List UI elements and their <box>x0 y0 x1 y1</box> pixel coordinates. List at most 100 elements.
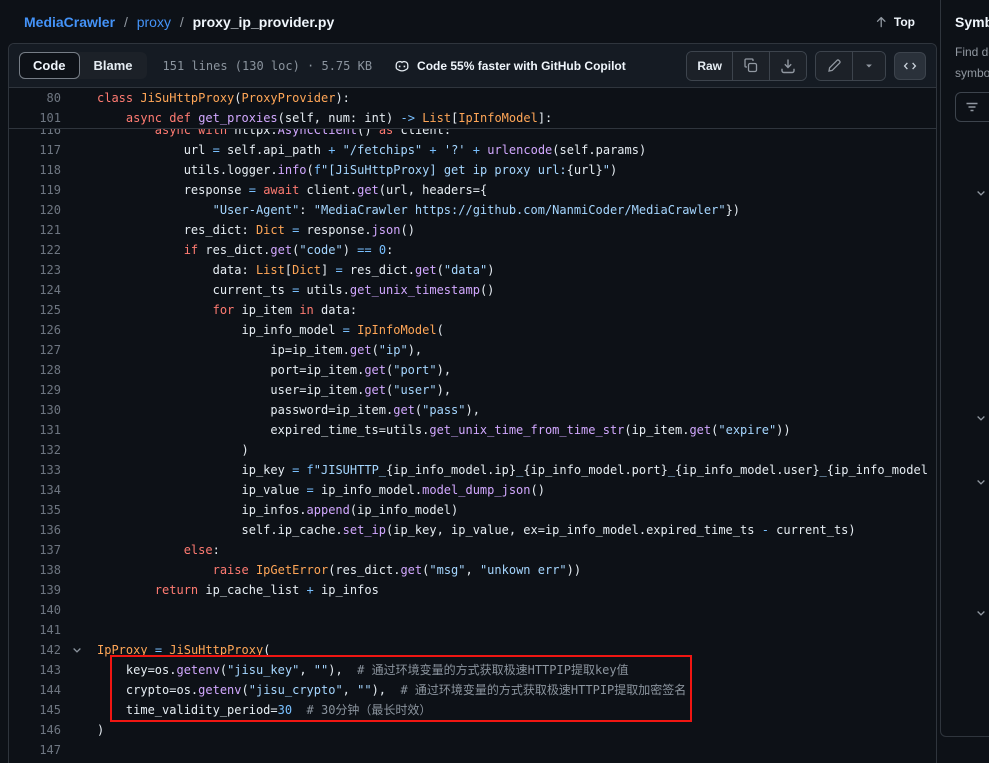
symbol-item[interactable] <box>975 181 989 205</box>
chevron-down-icon[interactable] <box>975 187 987 199</box>
line-number[interactable]: 126 <box>9 320 61 340</box>
line-number[interactable]: 119 <box>9 180 61 200</box>
code-text: ip_infos.append(ip_info_model) <box>97 500 458 520</box>
code-line: 138 raise IpGetError(res_dict.get("msg",… <box>9 560 936 580</box>
line-number[interactable]: 116 <box>9 129 61 140</box>
scroll-to-top-button[interactable]: Top <box>868 11 921 33</box>
code-text: utils.logger.info(f"[JiSuHttpProxy] get … <box>97 160 617 180</box>
symbol-item[interactable] <box>975 148 989 172</box>
code-line: 141 <box>9 620 936 640</box>
code-text: raise IpGetError(res_dict.get("msg", "un… <box>97 560 581 580</box>
line-number[interactable]: 125 <box>9 300 61 320</box>
code-text: for ip_item in data: <box>97 300 357 320</box>
fold-gutter <box>61 340 97 360</box>
line-number[interactable]: 118 <box>9 160 61 180</box>
symbol-item[interactable] <box>975 697 989 721</box>
line-number[interactable]: 144 <box>9 680 61 700</box>
line-number[interactable]: 135 <box>9 500 61 520</box>
code-line: 139 return ip_cache_list + ip_infos <box>9 580 936 600</box>
code-line: 146) <box>9 720 936 740</box>
code-line: 136 self.ip_cache.set_ip(ip_key, ip_valu… <box>9 520 936 540</box>
fold-gutter <box>61 160 97 180</box>
raw-button[interactable]: Raw <box>687 52 732 80</box>
code-text: data: List[Dict] = res_dict.get("data") <box>97 260 494 280</box>
tab-code[interactable]: Code <box>19 52 80 79</box>
raw-copy-download-group: Raw <box>686 51 807 81</box>
chevron-down-icon[interactable] <box>975 412 987 424</box>
code-symbols-icon <box>903 59 917 73</box>
line-number[interactable]: 131 <box>9 420 61 440</box>
line-number[interactable]: 147 <box>9 740 61 760</box>
line-number[interactable]: 121 <box>9 220 61 240</box>
code-line: 134 ip_value = ip_info_model.model_dump_… <box>9 480 936 500</box>
fold-chevron-icon[interactable] <box>61 640 97 660</box>
line-number[interactable]: 132 <box>9 440 61 460</box>
copilot-promo[interactable]: Code 55% faster with GitHub Copilot <box>394 58 626 74</box>
fold-gutter <box>61 108 97 128</box>
symbol-item[interactable] <box>975 470 989 494</box>
line-number[interactable]: 137 <box>9 540 61 560</box>
line-number[interactable]: 143 <box>9 660 61 680</box>
code-text: url = self.api_path + "/fetchips" + '?' … <box>97 140 646 160</box>
breadcrumb-repo-link[interactable]: MediaCrawler <box>24 14 115 30</box>
symbol-item[interactable] <box>975 601 989 625</box>
code-line: 118 utils.logger.info(f"[JiSuHttpProxy] … <box>9 160 936 180</box>
edit-options-dropdown[interactable] <box>852 52 885 80</box>
file-content-box: Code Blame 151 lines (130 loc) · 5.75 KB… <box>8 43 937 763</box>
edit-file-button[interactable] <box>816 52 852 80</box>
line-number[interactable]: 142 <box>9 640 61 660</box>
fold-gutter <box>61 440 97 460</box>
line-number[interactable]: 133 <box>9 460 61 480</box>
fold-gutter <box>61 260 97 280</box>
chevron-down-icon[interactable] <box>975 607 987 619</box>
download-raw-button[interactable] <box>769 52 806 80</box>
line-number[interactable]: 136 <box>9 520 61 540</box>
tab-blame[interactable]: Blame <box>80 52 147 79</box>
line-number[interactable]: 138 <box>9 560 61 580</box>
line-number[interactable]: 141 <box>9 620 61 640</box>
fold-gutter <box>61 240 97 260</box>
copy-icon <box>743 58 759 74</box>
line-number[interactable]: 139 <box>9 580 61 600</box>
line-number[interactable]: 146 <box>9 720 61 740</box>
fold-gutter <box>61 380 97 400</box>
line-number[interactable]: 128 <box>9 360 61 380</box>
code-line: 129 user=ip_item.get("user"), <box>9 380 936 400</box>
line-number[interactable]: 120 <box>9 200 61 220</box>
line-number[interactable]: 145 <box>9 700 61 720</box>
download-icon <box>780 58 796 74</box>
breadcrumb-separator: / <box>119 14 133 30</box>
line-number[interactable]: 117 <box>9 140 61 160</box>
fold-gutter <box>61 140 97 160</box>
code-text: return ip_cache_list + ip_infos <box>97 580 379 600</box>
code-line: 143 key=os.getenv("jisu_key", ""), # 通过环… <box>9 660 936 680</box>
file-metadata: 151 lines (130 loc) · 5.75 KB <box>163 59 373 73</box>
fold-gutter <box>61 88 97 108</box>
breadcrumb-folder-link[interactable]: proxy <box>137 14 171 30</box>
line-number[interactable]: 122 <box>9 240 61 260</box>
file-toolbar: Code Blame 151 lines (130 loc) · 5.75 KB… <box>9 44 936 88</box>
line-number[interactable]: 123 <box>9 260 61 280</box>
line-number[interactable]: 127 <box>9 340 61 360</box>
symbols-panel-toggle-button[interactable] <box>894 52 926 80</box>
code-text: ) <box>97 440 249 460</box>
line-number[interactable]: 140 <box>9 600 61 620</box>
code-line: 101 async def get_proxies(self, num: int… <box>9 108 936 128</box>
line-number[interactable]: 129 <box>9 380 61 400</box>
code-line: 80class JiSuHttpProxy(ProxyProvider): <box>9 88 936 108</box>
code-text: async def get_proxies(self, num: int) ->… <box>97 108 552 128</box>
line-number[interactable]: 101 <box>9 108 61 128</box>
line-number[interactable]: 124 <box>9 280 61 300</box>
copy-raw-button[interactable] <box>732 52 769 80</box>
line-number[interactable]: 130 <box>9 400 61 420</box>
code-line: 121 res_dict: Dict = response.json() <box>9 220 936 240</box>
fold-gutter <box>61 180 97 200</box>
code-text: self.ip_cache.set_ip(ip_key, ip_value, e… <box>97 520 856 540</box>
symbol-item[interactable] <box>975 406 989 430</box>
code-text: time_validity_period=30 # 30分钟（最长时效） <box>97 700 431 720</box>
chevron-down-icon[interactable] <box>975 476 987 488</box>
code-text: IpProxy = JiSuHttpProxy( <box>97 640 270 660</box>
fold-gutter <box>61 740 97 760</box>
line-number[interactable]: 80 <box>9 88 61 108</box>
line-number[interactable]: 134 <box>9 480 61 500</box>
